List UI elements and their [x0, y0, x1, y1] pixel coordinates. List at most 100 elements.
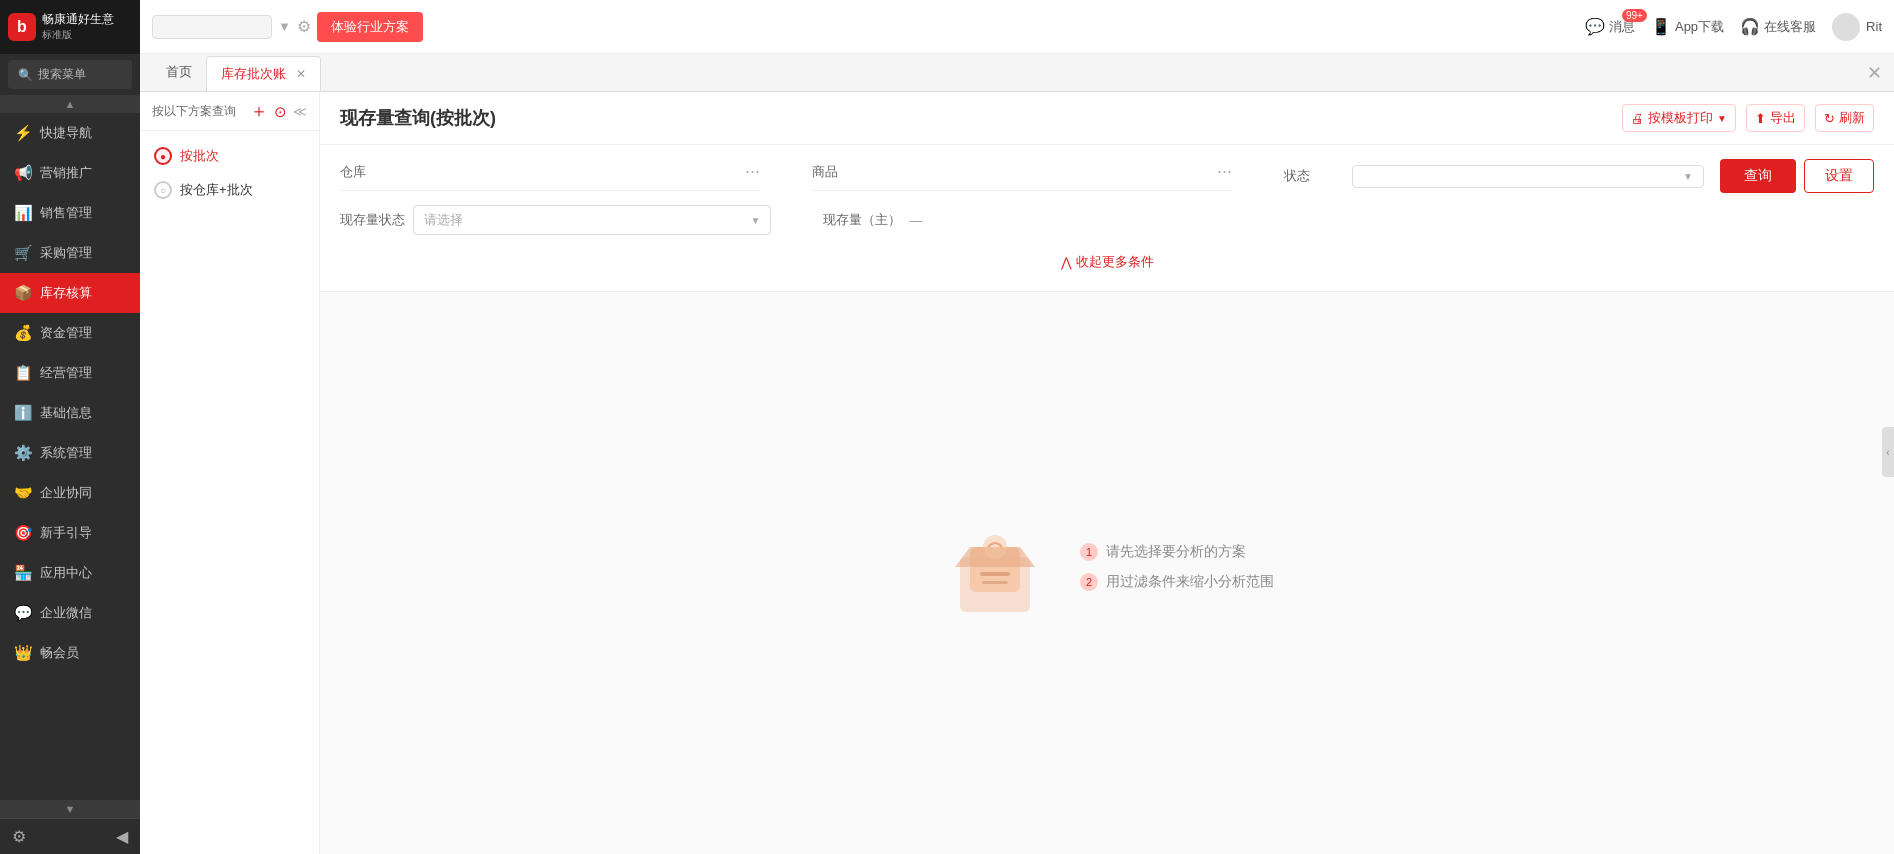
sidebar-item-appstore[interactable]: 🏪 应用中心 — [0, 553, 140, 593]
refresh-button[interactable]: ↻ 刷新 — [1815, 104, 1874, 132]
tab-home[interactable]: 首页 — [152, 55, 206, 91]
export-button[interactable]: ⬆ 导出 — [1746, 104, 1805, 132]
tip-number-1: 1 — [1080, 543, 1098, 561]
search-label: 搜索菜单 — [38, 66, 86, 83]
sidebar-item-marketing[interactable]: 📢 营销推广 — [0, 153, 140, 193]
query-button[interactable]: 查询 — [1720, 159, 1796, 193]
user-name: Rit — [1866, 19, 1882, 34]
sidebar-item-newbie[interactable]: 🎯 新手引导 — [0, 513, 140, 553]
tab-close-panel-icon[interactable]: ✕ — [1867, 64, 1882, 82]
sidebar-item-shortcut[interactable]: ⚡ 快捷导航 — [0, 113, 140, 153]
sidebar-item-label: 快捷导航 — [40, 124, 92, 142]
empty-illustration — [940, 517, 1050, 630]
tip-item-2: 2 用过滤条件来缩小分析范围 — [1080, 573, 1274, 591]
sidebar-item-purchase[interactable]: 🛒 采购管理 — [0, 233, 140, 273]
scroll-down-button[interactable]: ▼ — [0, 800, 140, 818]
empty-tips: 1 请先选择要分析的方案 2 用过滤条件来缩小分析范围 — [1080, 543, 1274, 603]
experience-button[interactable]: 体验行业方案 — [317, 12, 423, 42]
tab-batch-account[interactable]: 库存批次账 ✕ — [206, 56, 321, 91]
left-panel-items: ● 按批次 ○ 按仓库+批次 — [140, 131, 319, 215]
product-input[interactable]: ··· — [880, 161, 1232, 182]
topbar: ▼ ⚙ 体验行业方案 💬 消息 99+ 📱 App下载 🎧 在线客服 Rit — [140, 0, 1894, 54]
print-icon: 🖨 — [1631, 111, 1644, 126]
app-download-item[interactable]: 📱 App下载 — [1651, 17, 1724, 36]
sidebar-item-inventory[interactable]: 📦 库存核算 — [0, 273, 140, 313]
add-scheme-button[interactable]: ＋ — [250, 102, 268, 120]
sidebar-item-label: 畅会员 — [40, 644, 79, 662]
sidebar-item-label: 企业协同 — [40, 484, 92, 502]
sidebar-item-wechat[interactable]: 💬 企业微信 — [0, 593, 140, 633]
left-panel-title: 按以下方案查询 — [152, 103, 236, 120]
topbar-right: 💬 消息 99+ 📱 App下载 🎧 在线客服 Rit — [1585, 13, 1882, 41]
tip-text-2: 用过滤条件来缩小分析范围 — [1106, 573, 1274, 591]
sidebar-item-sales[interactable]: 📊 销售管理 — [0, 193, 140, 233]
product-label: 商品 — [812, 163, 872, 181]
collapse-up-icon: ⋀ — [1061, 255, 1072, 270]
messages-badge: 99+ — [1622, 9, 1647, 22]
svg-rect-4 — [982, 581, 1008, 584]
page-header-actions: 🖨 按模板打印 ▼ ⬆ 导出 ↻ 刷新 — [1622, 104, 1874, 132]
left-panel-header: 按以下方案查询 ＋ ⊙ ≪ — [140, 92, 319, 131]
topbar-dropdown-icon[interactable]: ▼ — [278, 19, 291, 34]
page-title: 现存量查询(按批次) — [340, 106, 496, 130]
app-logo: b — [8, 13, 36, 41]
operations-icon: 📋 — [14, 364, 32, 382]
scheme-item-label: 按仓库+批次 — [180, 181, 253, 199]
status-dropdown-icon: ▼ — [1683, 171, 1693, 182]
mobile-icon: 📱 — [1651, 17, 1671, 36]
page-header: 现存量查询(按批次) 🖨 按模板打印 ▼ ⬆ 导出 ↻ 刷新 — [320, 92, 1894, 145]
stock-status-select[interactable]: 请选择 ▼ — [413, 205, 771, 235]
filter-row-1: 仓库 ··· 商品 ··· — [340, 159, 1874, 193]
stock-status-dropdown-icon: ▼ — [750, 215, 760, 226]
sidebar-item-label: 新手引导 — [40, 524, 92, 542]
tab-close-icon[interactable]: ✕ — [296, 67, 306, 81]
messages-item[interactable]: 💬 消息 99+ — [1585, 17, 1635, 36]
sidebar-item-enterprise[interactable]: 🤝 企业协同 — [0, 473, 140, 513]
status-select[interactable]: ▼ — [1352, 165, 1704, 188]
scheme-item-by-batch[interactable]: ● 按批次 — [140, 139, 319, 173]
settings-icon[interactable]: ⚙ — [12, 827, 26, 846]
stock-status-label: 现存量状态 — [340, 211, 405, 229]
shortcut-icon: ⚡ — [14, 124, 32, 142]
svg-rect-3 — [980, 572, 1010, 576]
collapse-sidebar-icon[interactable]: ◀ — [116, 827, 128, 846]
scroll-up-button[interactable]: ▲ — [0, 95, 140, 113]
wechat-icon: 💬 — [14, 604, 32, 622]
sidebar-item-label: 采购管理 — [40, 244, 92, 262]
message-icon: 💬 — [1585, 17, 1605, 36]
newbie-icon: 🎯 — [14, 524, 32, 542]
online-service-item[interactable]: 🎧 在线客服 — [1740, 17, 1816, 36]
filter-settings-button[interactable]: 设置 — [1804, 159, 1874, 193]
content-area: 按以下方案查询 ＋ ⊙ ≪ ● 按批次 ○ 按仓库+批次 — [140, 92, 1894, 854]
vip-icon: 👑 — [14, 644, 32, 662]
status-filter: 状态 ▼ — [1284, 165, 1704, 188]
settings-scheme-button[interactable]: ⊙ — [274, 104, 287, 119]
user-item[interactable]: Rit — [1832, 13, 1882, 41]
collapse-filter-button[interactable]: ⋀ 收起更多条件 — [340, 247, 1874, 277]
topbar-search-input[interactable] — [152, 15, 272, 39]
sidebar-item-vip[interactable]: 👑 畅会员 — [0, 633, 140, 673]
collapse-left-panel-icon[interactable]: ≪ — [293, 104, 307, 119]
warehouse-input[interactable]: ··· — [408, 161, 760, 182]
sidebar-item-basic[interactable]: ℹ️ 基础信息 — [0, 393, 140, 433]
sidebar-footer: ⚙ ◀ — [0, 818, 140, 854]
sidebar-item-finance[interactable]: 💰 资金管理 — [0, 313, 140, 353]
print-dropdown-icon[interactable]: ▼ — [1717, 113, 1727, 124]
main-area: ▼ ⚙ 体验行业方案 💬 消息 99+ 📱 App下载 🎧 在线客服 Rit — [140, 0, 1894, 854]
topbar-settings-icon[interactable]: ⚙ — [297, 17, 311, 36]
export-icon: ⬆ — [1755, 111, 1766, 126]
scheme-item-by-warehouse-batch[interactable]: ○ 按仓库+批次 — [140, 173, 319, 207]
sidebar-search[interactable]: 🔍 搜索菜单 — [8, 60, 132, 89]
right-panel-close[interactable]: ‹ — [1882, 427, 1894, 477]
filter-row-2: 现存量状态 请选择 ▼ 现存量（主） — — [340, 205, 1874, 235]
stock-quantity-value: — — [909, 208, 1254, 233]
warehouse-dots: ··· — [745, 161, 760, 182]
app-name: 畅康通好生意 — [42, 12, 114, 28]
template-print-button[interactable]: 🖨 按模板打印 ▼ — [1622, 104, 1736, 132]
marketing-icon: 📢 — [14, 164, 32, 182]
sidebar-item-label: 系统管理 — [40, 444, 92, 462]
sidebar-item-system[interactable]: ⚙️ 系统管理 — [0, 433, 140, 473]
sidebar-item-label: 库存核算 — [40, 284, 92, 302]
sidebar-item-operations[interactable]: 📋 经营管理 — [0, 353, 140, 393]
filter-section: 仓库 ··· 商品 ··· — [320, 145, 1894, 292]
